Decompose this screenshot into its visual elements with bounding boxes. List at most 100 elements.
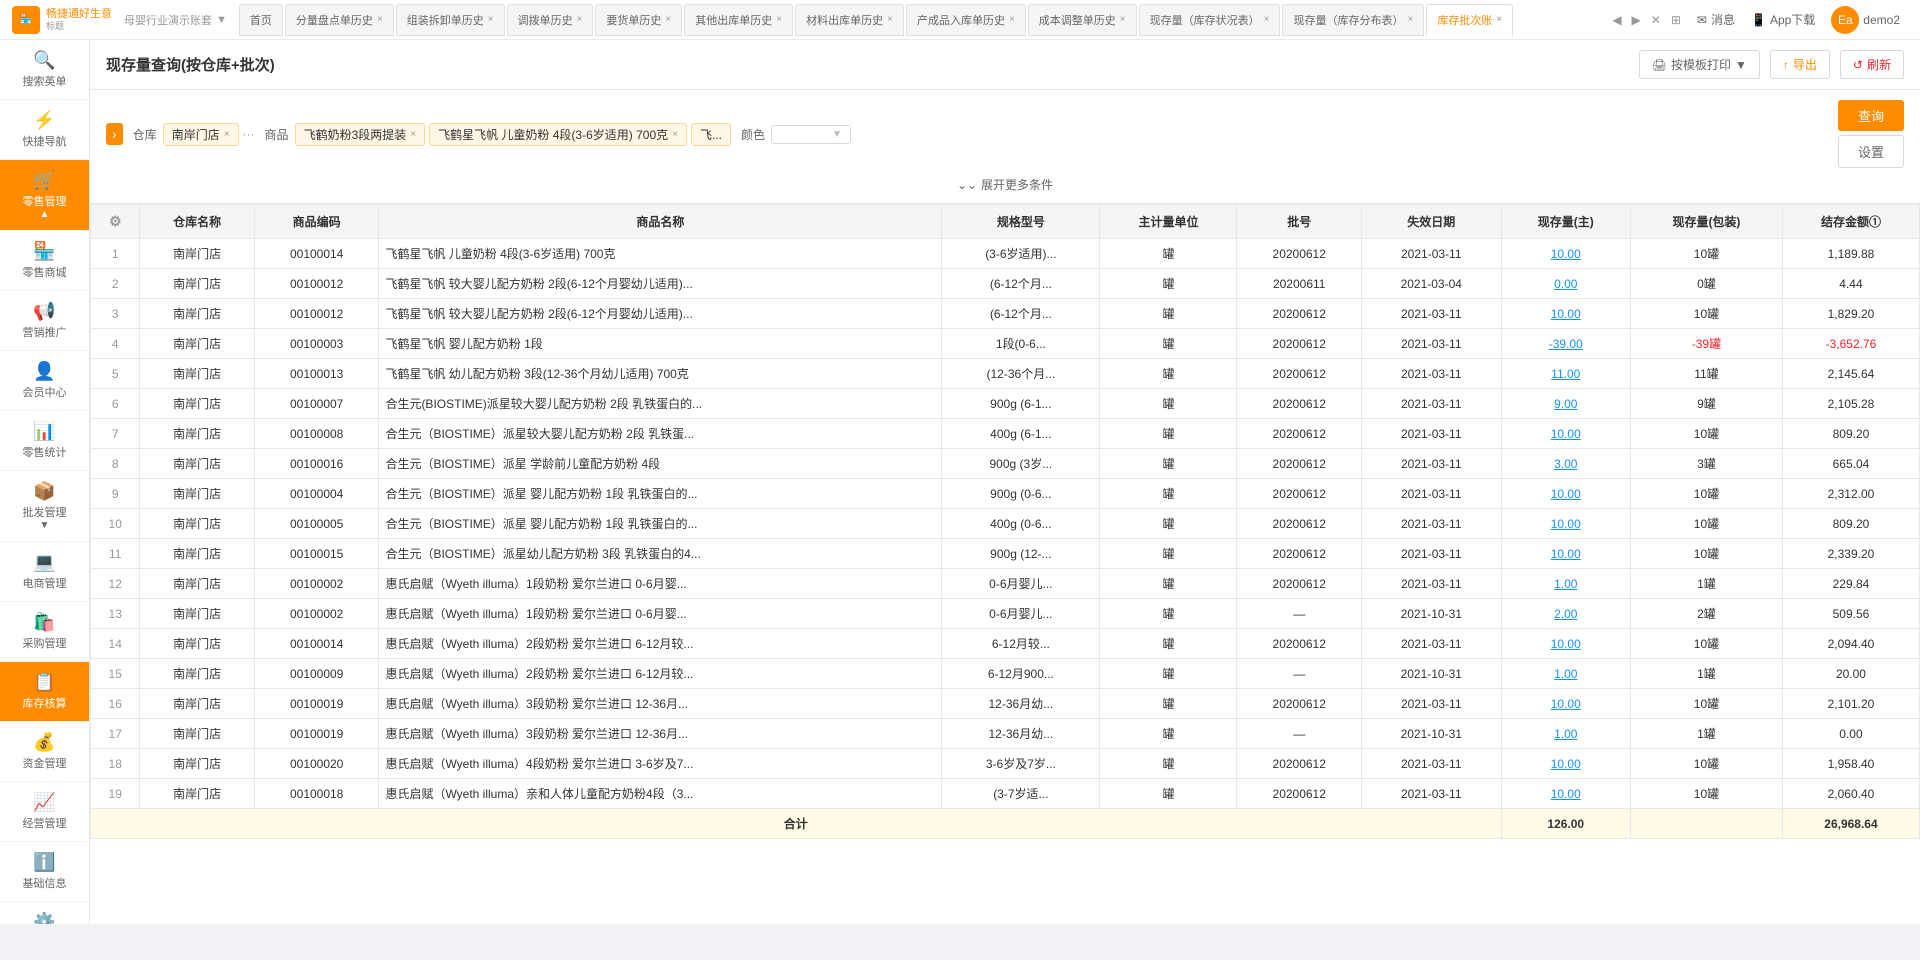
app-download-btn[interactable]: 📱 App下载	[1751, 11, 1815, 28]
warehouse-tag[interactable]: 南岸门店 ×	[163, 123, 239, 146]
tab-3[interactable]: 调拨单历史×	[507, 4, 594, 36]
sidebar-item-marketing[interactable]: 📢 营销推广	[0, 291, 89, 351]
cell-qty-main[interactable]: 1.00	[1501, 719, 1630, 749]
tab-5[interactable]: 其他出库单历史×	[684, 4, 793, 36]
tab-close[interactable]: ×	[776, 14, 782, 25]
sidebar-item-stats[interactable]: 📊 零售统计	[0, 411, 89, 471]
sidebar-item-basic[interactable]: ℹ️ 基础信息	[0, 842, 89, 902]
sidebar-item-search[interactable]: 🔍 搜索英单	[0, 40, 89, 100]
refresh-button[interactable]: ↺ 刷新	[1840, 50, 1904, 79]
sidebar-item-finance[interactable]: 💰 资金管理	[0, 722, 89, 782]
remove-warehouse-tag[interactable]: ×	[224, 129, 230, 140]
sidebar-item-wholesale[interactable]: 📦 批发管理 ▼	[0, 471, 89, 542]
remove-product-tag-0[interactable]: ×	[410, 129, 416, 140]
product-tag-1[interactable]: 飞鹤星飞帆 儿童奶粉 4段(3-6岁适用) 700克 ×	[429, 123, 687, 146]
cell-qty-main[interactable]: 9.00	[1501, 389, 1630, 419]
tab-9[interactable]: 现存量（库存状况表）×	[1139, 4, 1281, 36]
tab-6[interactable]: 材料出库单历史×	[795, 4, 904, 36]
cell-qty-main[interactable]: 11.00	[1501, 359, 1630, 389]
cell-unit: 罐	[1100, 269, 1237, 299]
sidebar-item-ecommerce[interactable]: 💻 电商管理	[0, 542, 89, 602]
product-tag-2[interactable]: 飞...	[691, 123, 731, 146]
cell-qty-main[interactable]: 1.00	[1501, 659, 1630, 689]
tab-prev-arrow[interactable]: ◀	[1608, 11, 1625, 29]
cell-qty-main[interactable]: -39.00	[1501, 329, 1630, 359]
cell-qty-main[interactable]: 10.00	[1501, 629, 1630, 659]
cell-warehouse: 南岸门店	[140, 719, 254, 749]
cell-qty-pkg: 3罐	[1630, 449, 1782, 479]
cell-amount: 0.00	[1782, 719, 1919, 749]
filter-product: 商品 飞鹤奶粉3段两提装 × 飞鹤星飞帆 儿童奶粉 4段(3-6岁适用) 700…	[265, 123, 731, 146]
sidebar-item-nav[interactable]: ⚡ 快捷导航	[0, 100, 89, 160]
expand-sidebar-btn[interactable]: ›	[106, 123, 123, 145]
cell-qty-pkg: 10罐	[1630, 539, 1782, 569]
cell-qty-pkg: 2罐	[1630, 599, 1782, 629]
tab-close[interactable]: ×	[577, 14, 583, 25]
tab-close[interactable]: ×	[377, 14, 383, 25]
sidebar-item-system[interactable]: ⚙️ 系统管理	[0, 902, 89, 924]
stats-icon: 📊	[33, 421, 55, 442]
product-tag-0[interactable]: 飞鹤奶粉3段两提装 ×	[295, 123, 426, 146]
cell-qty-main[interactable]: 10.00	[1501, 749, 1630, 779]
cell-warehouse: 南岸门店	[140, 659, 254, 689]
tab-close[interactable]: ×	[887, 14, 893, 25]
export-button[interactable]: ↑ 导出	[1770, 50, 1830, 79]
tab-close[interactable]: ×	[1496, 14, 1502, 25]
tab-close[interactable]: ×	[1120, 14, 1126, 25]
tab-10[interactable]: 现存量（库存分布表）×	[1282, 4, 1424, 36]
cell-qty-main[interactable]: 10.00	[1501, 509, 1630, 539]
query-button[interactable]: 查询	[1838, 100, 1904, 131]
sidebar-item-purchase[interactable]: 🛍️ 采购管理	[0, 602, 89, 662]
cell-qty-main[interactable]: 10.00	[1501, 239, 1630, 269]
table-row: 14 南岸门店 00100014 惠氏启赋（Wyeth illuma）2段奶粉 …	[91, 629, 1920, 659]
cell-amount: 809.20	[1782, 509, 1919, 539]
tab-1[interactable]: 分量盘点单历史×	[285, 4, 394, 36]
col-gear[interactable]: ⚙	[91, 205, 140, 239]
tab-4[interactable]: 要货单历史×	[595, 4, 682, 36]
tab-7[interactable]: 产成品入库单历史×	[906, 4, 1026, 36]
tab-close[interactable]: ×	[488, 14, 494, 25]
tab-home[interactable]: 首页	[239, 4, 283, 36]
cell-qty-main[interactable]: 0.00	[1501, 269, 1630, 299]
tab-close[interactable]: ×	[1407, 14, 1413, 25]
sidebar-item-member[interactable]: 👤 会员中心	[0, 351, 89, 411]
more-warehouses[interactable]: ···	[243, 127, 255, 141]
tab-close[interactable]: ×	[665, 14, 671, 25]
tab-close[interactable]: ×	[1264, 14, 1270, 25]
print-button[interactable]: 🖨 按模板打印 ▼	[1639, 50, 1760, 79]
message-btn[interactable]: ✉ 消息	[1697, 11, 1735, 28]
cell-qty-main[interactable]: 10.00	[1501, 299, 1630, 329]
cell-qty-main[interactable]: 10.00	[1501, 689, 1630, 719]
sidebar-item-mall[interactable]: 🏪 零售商城	[0, 231, 89, 291]
cell-qty-main[interactable]: 2.00	[1501, 599, 1630, 629]
cell-qty-main[interactable]: 10.00	[1501, 539, 1630, 569]
setting-button[interactable]: 设置	[1838, 135, 1904, 168]
user-avatar[interactable]: Ea demo2	[1831, 6, 1900, 34]
footer-qty-pkg	[1630, 809, 1782, 839]
tab-next-arrow[interactable]: ▶	[1628, 11, 1645, 29]
cell-amount: 809.20	[1782, 419, 1919, 449]
color-dropdown[interactable]: ▼	[771, 125, 851, 144]
tab-close[interactable]: ×	[1009, 14, 1015, 25]
tab-2[interactable]: 组装拆卸单历史×	[396, 4, 505, 36]
cell-row-num: 19	[91, 779, 140, 809]
remove-product-tag-1[interactable]: ×	[672, 129, 678, 140]
cell-qty-main[interactable]: 3.00	[1501, 449, 1630, 479]
suite-selector[interactable]: 母婴行业演示账套 ▼	[124, 12, 227, 28]
cell-qty-main[interactable]: 10.00	[1501, 419, 1630, 449]
cell-qty-main[interactable]: 1.00	[1501, 569, 1630, 599]
cell-qty-main[interactable]: 10.00	[1501, 479, 1630, 509]
sidebar-item-inventory[interactable]: 📋 库存核算	[0, 662, 89, 722]
gear-icon[interactable]: ⚙	[109, 213, 122, 229]
chevron-down-icon: ▼	[1735, 58, 1747, 72]
tab-expand-icon[interactable]: ⊞	[1667, 11, 1685, 29]
sidebar-item-business[interactable]: 📈 经营管理	[0, 782, 89, 842]
cell-qty-main[interactable]: 10.00	[1501, 779, 1630, 809]
cell-code: 00100016	[254, 449, 379, 479]
tab-close-icon[interactable]: ✕	[1647, 11, 1665, 29]
expand-more[interactable]: ⌄⌄ 展开更多条件	[106, 176, 1904, 193]
tab-8[interactable]: 成本调整单历史×	[1028, 4, 1137, 36]
cell-batch: 20200612	[1237, 689, 1362, 719]
sidebar-item-retail[interactable]: 🛒 零售管理 ▲	[0, 160, 89, 231]
tab-11[interactable]: 库存批次账×	[1426, 4, 1513, 36]
